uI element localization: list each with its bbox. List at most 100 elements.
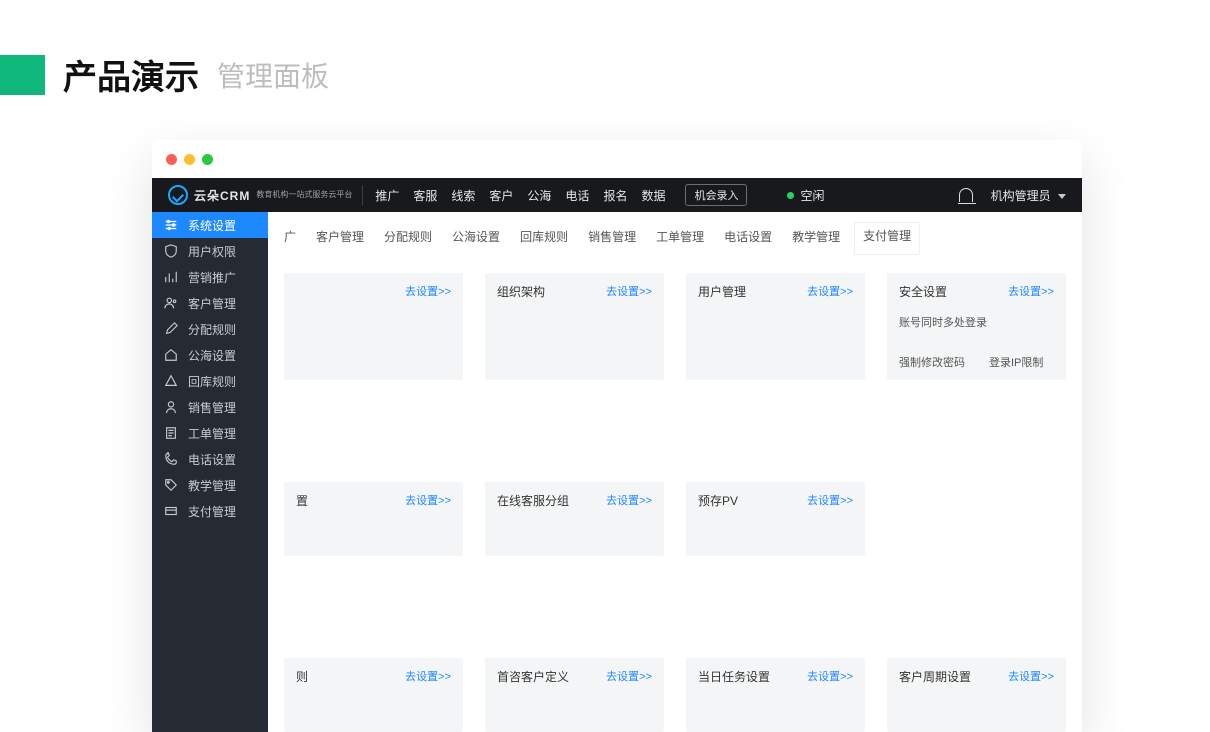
- card-body: 账号同时多处登录 强制修改密码 登录IP限制: [899, 314, 1054, 370]
- cloud-icon: [168, 185, 188, 205]
- sidebar-item-label: 用户权限: [188, 243, 236, 260]
- go-settings-link[interactable]: 去设置>>: [606, 668, 652, 684]
- settings-card-task: 当日任务设置 去设置>>: [686, 658, 865, 732]
- nav-promote[interactable]: 推广: [375, 187, 399, 204]
- settings-card-security: 安全设置 去设置>> 账号同时多处登录 强制修改密码 登录IP限制: [887, 273, 1066, 380]
- sliders-icon: [164, 218, 178, 232]
- settings-card: 去设置>>: [284, 273, 463, 380]
- tab-teach[interactable]: 教学管理: [782, 222, 850, 255]
- sidebar-item-customer[interactable]: 客户管理: [152, 290, 268, 316]
- card-title: 则: [296, 668, 308, 685]
- user-label: 机构管理员: [991, 189, 1051, 203]
- settings-card-org: 组织架构 去设置>>: [485, 273, 664, 380]
- settings-card-user: 用户管理 去设置>>: [686, 273, 865, 380]
- nav-service[interactable]: 客服: [413, 187, 437, 204]
- card-title: 在线客服分组: [497, 492, 569, 509]
- tab-return[interactable]: 回库规则: [510, 222, 578, 255]
- settings-card: 则 去设置>>: [284, 658, 463, 732]
- nav-signup[interactable]: 报名: [603, 187, 627, 204]
- record-button[interactable]: 机会录入: [685, 184, 747, 206]
- sidebar-item-pay[interactable]: 支付管理: [152, 498, 268, 524]
- brand-name: 云朵CRM: [194, 187, 250, 204]
- edit-icon: [164, 322, 178, 336]
- security-item: 账号同时多处登录: [899, 314, 987, 330]
- sidebar-item-label: 营销推广: [188, 269, 236, 286]
- go-settings-link[interactable]: 去设置>>: [807, 492, 853, 508]
- card-title: 预存PV: [698, 492, 738, 509]
- tab-assign[interactable]: 分配规则: [374, 222, 442, 255]
- go-settings-link[interactable]: 去设置>>: [405, 492, 451, 508]
- close-dot-icon[interactable]: [166, 154, 177, 165]
- tab-pool[interactable]: 公海设置: [442, 222, 510, 255]
- sidebar-item-label: 销售管理: [188, 399, 236, 416]
- sidebar-item-label: 客户管理: [188, 295, 236, 312]
- status-label: 空闲: [800, 187, 824, 204]
- page-title: 产品演示: [63, 50, 199, 99]
- status-indicator[interactable]: 空闲: [787, 187, 824, 204]
- nav-customer[interactable]: 客户: [489, 187, 513, 204]
- sidebar-item-user-auth[interactable]: 用户权限: [152, 238, 268, 264]
- home-icon: [164, 348, 178, 362]
- sidebar-item-teach[interactable]: 教学管理: [152, 472, 268, 498]
- go-settings-link[interactable]: 去设置>>: [807, 283, 853, 299]
- nav-pool[interactable]: 公海: [527, 187, 551, 204]
- tab-customer[interactable]: 客户管理: [306, 222, 374, 255]
- page-header: 产品演示 管理面板: [0, 0, 1210, 119]
- sidebar-item-system[interactable]: 系统设置: [152, 212, 268, 238]
- go-settings-link[interactable]: 去设置>>: [405, 283, 451, 299]
- sidebar-item-assign[interactable]: 分配规则: [152, 316, 268, 342]
- settings-card-cycle: 客户周期设置 去设置>>: [887, 658, 1066, 732]
- sidebar-item-return[interactable]: 回库规则: [152, 368, 268, 394]
- sidebar-item-marketing[interactable]: 营销推广: [152, 264, 268, 290]
- person-icon: [164, 400, 178, 414]
- sidebar: 系统设置 用户权限 营销推广 客户管理 分配规则 公海设置: [152, 212, 268, 732]
- tab-bar: 广 客户管理 分配规则 公海设置 回库规则 销售管理 工单管理 电话设置 教学管…: [268, 212, 1082, 255]
- sidebar-item-sales[interactable]: 销售管理: [152, 394, 268, 420]
- sidebar-item-label: 教学管理: [188, 477, 236, 494]
- card-title: 安全设置: [899, 283, 947, 300]
- card-title: 用户管理: [698, 283, 746, 300]
- go-settings-link[interactable]: 去设置>>: [405, 668, 451, 684]
- chevron-down-icon: [1058, 194, 1066, 199]
- minimize-dot-icon[interactable]: [184, 154, 195, 165]
- brand-tagline: 教育机构一站式服务云平台: [256, 191, 352, 200]
- page-subtitle: 管理面板: [217, 55, 329, 95]
- bell-icon[interactable]: [959, 188, 973, 202]
- content-area: 广 客户管理 分配规则 公海设置 回库规则 销售管理 工单管理 电话设置 教学管…: [268, 212, 1082, 732]
- app-window: 云朵CRM 教育机构一站式服务云平台 推广 客服 线索 客户 公海 电话 报名 …: [152, 140, 1082, 732]
- tab-pay[interactable]: 支付管理: [854, 222, 920, 255]
- shield-icon: [164, 244, 178, 258]
- settings-card: 置 去设置>>: [284, 482, 463, 556]
- app-body: 系统设置 用户权限 营销推广 客户管理 分配规则 公海设置: [152, 212, 1082, 732]
- user-menu[interactable]: 机构管理员: [991, 187, 1066, 204]
- document-icon: [164, 426, 178, 440]
- chart-icon: [164, 270, 178, 284]
- go-settings-link[interactable]: 去设置>>: [807, 668, 853, 684]
- tab-phone[interactable]: 电话设置: [714, 222, 782, 255]
- sidebar-item-pool[interactable]: 公海设置: [152, 342, 268, 368]
- tab-ticket[interactable]: 工单管理: [646, 222, 714, 255]
- sidebar-item-label: 公海设置: [188, 347, 236, 364]
- go-settings-link[interactable]: 去设置>>: [606, 492, 652, 508]
- card-grid: 去设置>> 组织架构 去设置>> 用户管理 去设置>>: [268, 255, 1082, 732]
- tab-partial[interactable]: 广: [284, 222, 306, 255]
- card-title: 当日任务设置: [698, 668, 770, 685]
- card-title: 置: [296, 492, 308, 509]
- go-settings-link[interactable]: 去设置>>: [1008, 283, 1054, 299]
- top-nav: 推广 客服 线索 客户 公海 电话 报名 数据 机会录入: [375, 184, 747, 206]
- go-settings-link[interactable]: 去设置>>: [1008, 668, 1054, 684]
- brand-logo[interactable]: 云朵CRM 教育机构一站式服务云平台: [168, 185, 363, 205]
- go-settings-link[interactable]: 去设置>>: [606, 283, 652, 299]
- sidebar-item-label: 支付管理: [188, 503, 236, 520]
- phone-icon: [164, 452, 178, 466]
- tab-sales[interactable]: 销售管理: [578, 222, 646, 255]
- nav-leads[interactable]: 线索: [451, 187, 475, 204]
- topbar-right: 机构管理员: [959, 187, 1066, 204]
- sidebar-item-phone[interactable]: 电话设置: [152, 446, 268, 472]
- spacer: [284, 584, 1066, 630]
- user-icon: [164, 296, 178, 310]
- nav-phone[interactable]: 电话: [565, 187, 589, 204]
- maximize-dot-icon[interactable]: [202, 154, 213, 165]
- nav-data[interactable]: 数据: [641, 187, 665, 204]
- sidebar-item-ticket[interactable]: 工单管理: [152, 420, 268, 446]
